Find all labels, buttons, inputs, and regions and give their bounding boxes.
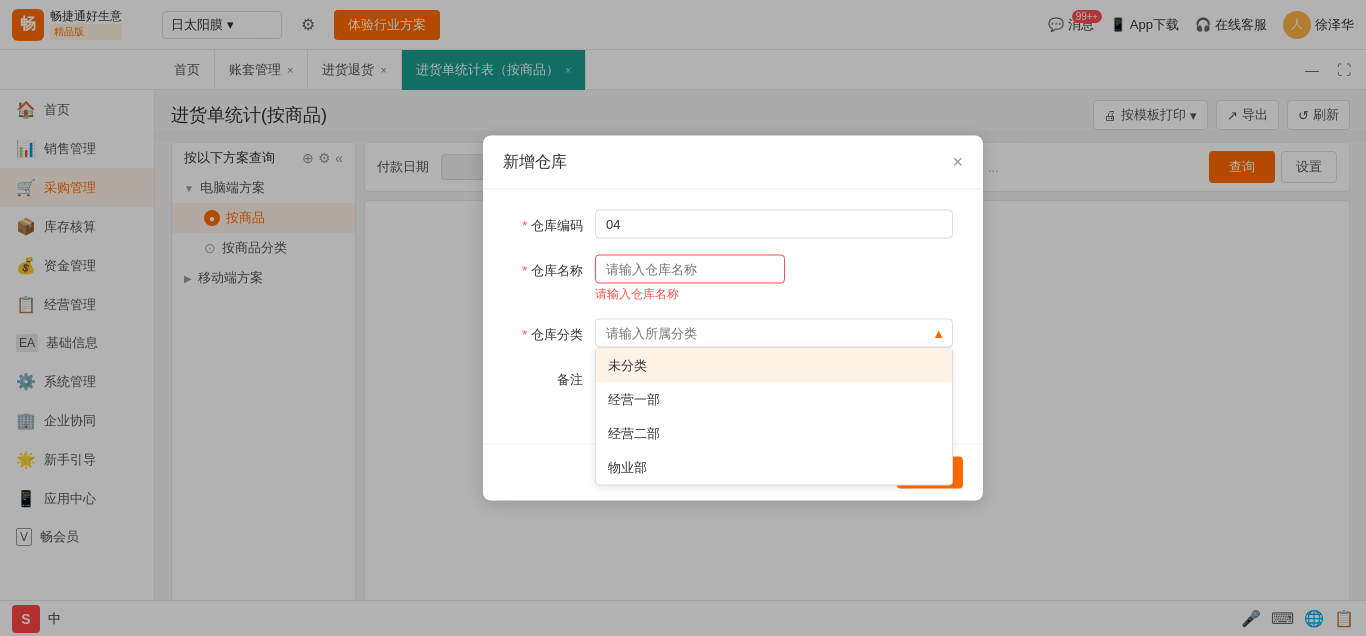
modal-header: 新增仓库 ×: [483, 136, 983, 190]
warehouse-name-wrapper: 请输入仓库名称: [595, 255, 953, 303]
modal-new-warehouse: 新增仓库 × 仓库编码 仓库名称 请输入仓库名称 仓库分类 ▲ 未分类: [483, 136, 983, 501]
dropdown-item-3[interactable]: 物业部: [596, 451, 952, 485]
dropdown-item-1[interactable]: 经营一部: [596, 383, 952, 417]
modal-body: 仓库编码 仓库名称 请输入仓库名称 仓库分类 ▲ 未分类 经营一部 经营二部: [483, 190, 983, 444]
category-dropdown: 未分类 经营一部 经营二部 物业部: [595, 348, 953, 486]
warehouse-name-label: 仓库名称: [513, 255, 583, 280]
note-label: 备注: [513, 364, 583, 389]
select-arrow-icon[interactable]: ▲: [932, 326, 945, 341]
warehouse-name-error: 请输入仓库名称: [595, 286, 953, 303]
warehouse-name-input[interactable]: [595, 255, 785, 284]
warehouse-code-input[interactable]: [595, 210, 953, 239]
warehouse-name-row: 仓库名称 请输入仓库名称: [513, 255, 953, 303]
modal-close-button[interactable]: ×: [952, 152, 963, 173]
modal-title: 新增仓库: [503, 152, 567, 173]
warehouse-category-row: 仓库分类 ▲ 未分类 经营一部 经营二部 物业部: [513, 319, 953, 348]
warehouse-code-label: 仓库编码: [513, 210, 583, 235]
warehouse-category-input[interactable]: [595, 319, 953, 348]
warehouse-category-label: 仓库分类: [513, 319, 583, 344]
warehouse-category-wrapper: ▲ 未分类 经营一部 经营二部 物业部: [595, 319, 953, 348]
warehouse-code-row: 仓库编码: [513, 210, 953, 239]
dropdown-item-2[interactable]: 经营二部: [596, 417, 952, 451]
dropdown-item-0[interactable]: 未分类: [596, 349, 952, 383]
